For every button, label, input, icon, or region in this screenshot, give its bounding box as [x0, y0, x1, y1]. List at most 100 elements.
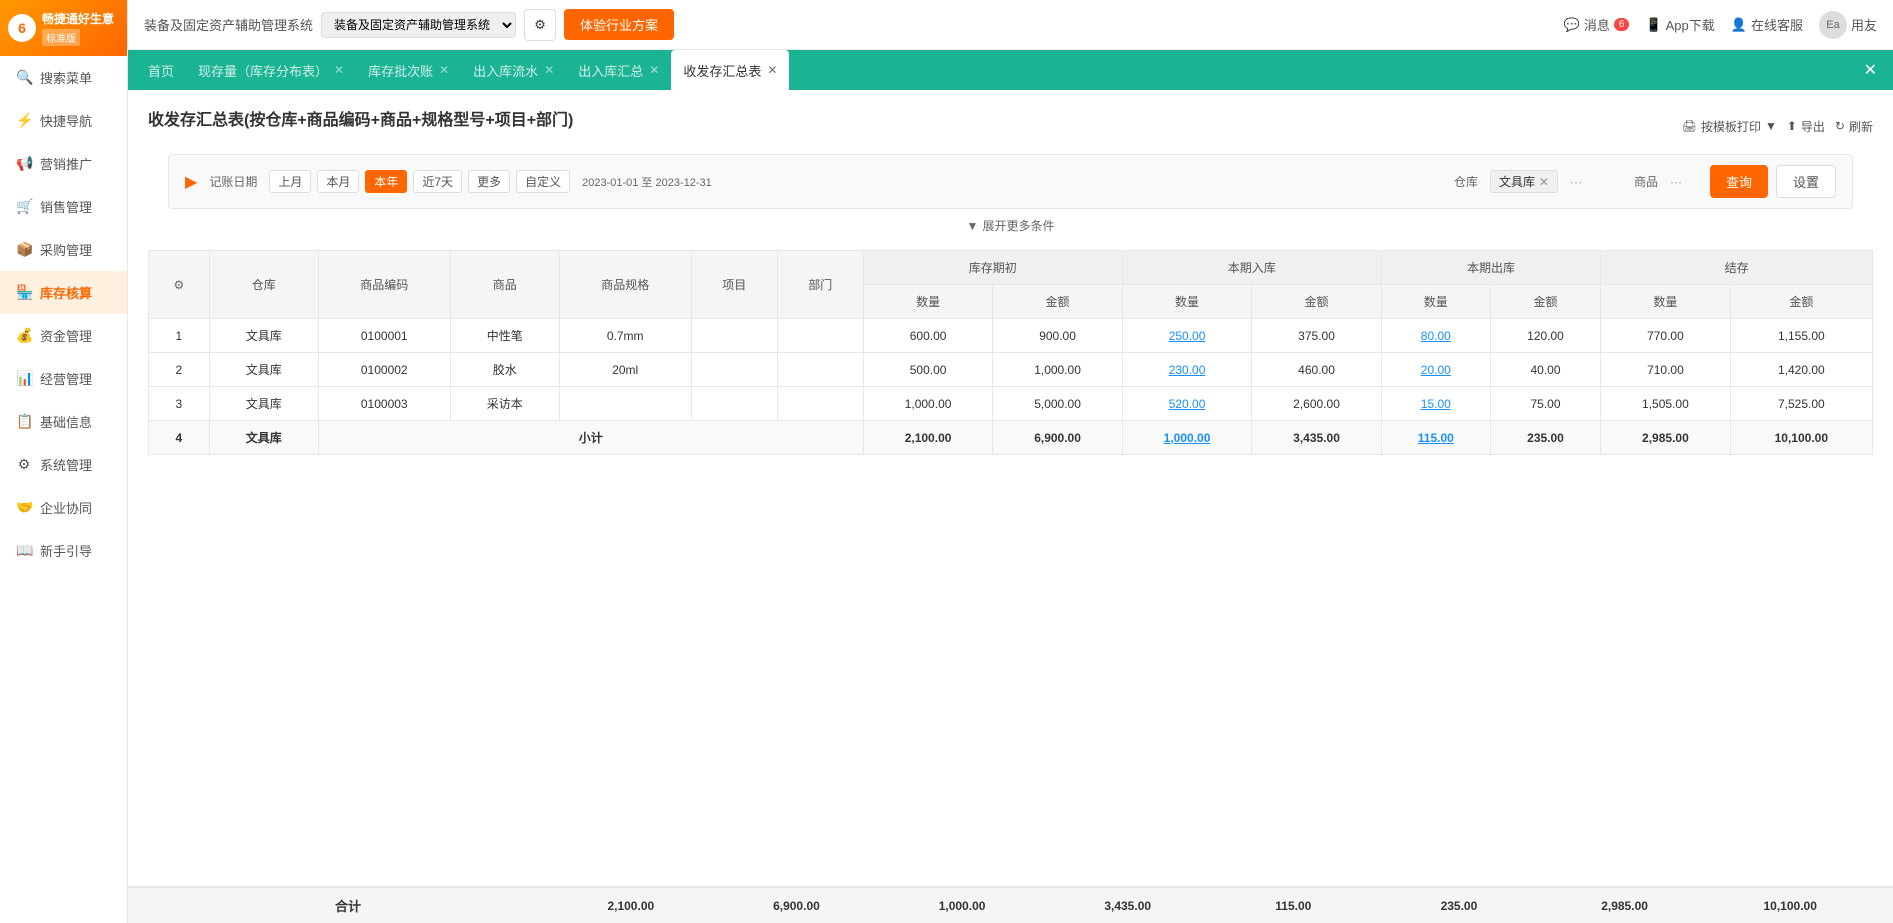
tab-1[interactable]: 现存量（库存分布表）✕: [186, 50, 356, 90]
cell-warehouse-1: 文具库: [209, 353, 318, 387]
sidebar-logo: 6 畅捷通好生意 标准版: [0, 0, 127, 56]
cell-opening-amt-1: 1,000.00: [993, 353, 1122, 387]
cell-spec-2: [559, 387, 691, 421]
footer-in-amt: 3,435.00: [1045, 899, 1211, 913]
date-range-display: 2023-01-01 至 2023-12-31: [582, 174, 712, 190]
tab-close-3[interactable]: ✕: [544, 63, 554, 77]
tab-close-2[interactable]: ✕: [439, 63, 449, 77]
filter-row: ▶ 记账日期 上月 本月 本年 近7天 更多 自定义 2023-01-01 至 …: [185, 165, 1836, 198]
cell-code-2: 0100003: [318, 387, 450, 421]
settings-button[interactable]: 设置: [1776, 165, 1836, 198]
sidebar-label-guide: 新手引导: [40, 541, 92, 560]
sidebar-label-cooperation: 企业协同: [40, 498, 92, 517]
warehouse-tag-remove[interactable]: ✕: [1539, 175, 1549, 189]
sidebar-label-inventory: 库存核算: [40, 283, 92, 302]
cell-out-qty-2[interactable]: 15.00: [1381, 387, 1490, 421]
system-icon: ⚙: [16, 456, 32, 473]
subtotal-out-qty[interactable]: 115.00: [1381, 421, 1490, 455]
cell-in-amt-0: 375.00: [1252, 319, 1381, 353]
sidebar-item-guide[interactable]: 📖 新手引导: [0, 529, 127, 572]
app-download-button[interactable]: 📱 App下载: [1645, 15, 1714, 34]
sidebar-label-sales: 销售管理: [40, 197, 92, 216]
sidebar-item-quick-nav[interactable]: ⚡快捷导航: [0, 99, 127, 142]
topbar-right: 💬 消息 6 📱 App下载 👤 在线客服 Ea 用友: [1564, 11, 1877, 39]
sidebar-label-search: 搜索菜单: [40, 68, 92, 87]
cell-in-qty-2[interactable]: 520.00: [1122, 387, 1251, 421]
sidebar-item-cooperation[interactable]: 🤝企业协同: [0, 486, 127, 529]
tab-label-3: 出入库流水: [473, 61, 538, 80]
sidebar-item-basic[interactable]: 📋基础信息: [0, 400, 127, 443]
cell-in-qty-0[interactable]: 250.00: [1122, 319, 1251, 353]
sales-icon: 🛒: [16, 198, 32, 215]
sidebar-item-marketing[interactable]: 📢营销推广: [0, 142, 127, 185]
column-settings-icon[interactable]: ⚙: [173, 278, 184, 292]
message-button[interactable]: 💬 消息 6: [1564, 15, 1630, 34]
query-button[interactable]: 查询: [1710, 165, 1768, 198]
search-icon: 🔍: [16, 69, 32, 86]
subtotal-in-qty[interactable]: 1,000.00: [1122, 421, 1251, 455]
user-menu[interactable]: Ea 用友: [1819, 11, 1877, 39]
experience-button[interactable]: 体验行业方案: [564, 9, 674, 40]
date-btn-custom[interactable]: 自定义: [516, 170, 570, 193]
sidebar-item-operations[interactable]: 📊经营管理: [0, 357, 127, 400]
filter-toggle-icon[interactable]: ▶: [185, 172, 197, 192]
footer-cells: 2,100.00 6,900.00 1,000.00 3,435.00 115.…: [548, 899, 1873, 913]
cell-in-qty-1[interactable]: 230.00: [1122, 353, 1251, 387]
close-all-tabs-button[interactable]: ✕: [1856, 56, 1885, 84]
date-btn-this-month[interactable]: 本月: [317, 170, 359, 193]
footer-opening-qty: 2,100.00: [548, 899, 714, 913]
quick-nav-icon: ⚡: [16, 112, 32, 129]
gear-button[interactable]: ⚙: [524, 9, 556, 41]
sidebar-item-finance[interactable]: 💰资金管理: [0, 314, 127, 357]
th-opening-amt: 金额: [993, 285, 1122, 319]
cell-balance-amt-0: 1,155.00: [1730, 319, 1872, 353]
cell-warehouse-2: 文具库: [209, 387, 318, 421]
tab-5[interactable]: 收发存汇总表✕: [671, 50, 789, 90]
print-button[interactable]: 🖨 按模板打印 ▼: [1682, 118, 1777, 135]
sidebar-item-system[interactable]: ⚙系统管理: [0, 443, 127, 486]
footer-out-qty: 115.00: [1211, 899, 1377, 913]
subtotal-label: 小计: [318, 421, 863, 455]
tab-4[interactable]: 出入库汇总✕: [566, 50, 671, 90]
tab-close-1[interactable]: ✕: [334, 63, 344, 77]
sidebar-item-inventory[interactable]: 🏪库存核算: [0, 271, 127, 314]
sidebar-label-finance: 资金管理: [40, 326, 92, 345]
tab-0[interactable]: 首页: [136, 50, 186, 90]
date-btn-more[interactable]: 更多: [468, 170, 510, 193]
main-content: 装备及固定资产辅助管理系统 装备及固定资产辅助管理系统 ⚙ 体验行业方案 💬 消…: [128, 0, 1893, 923]
subtotal-opening-amt: 6,900.00: [993, 421, 1122, 455]
cell-in-amt-2: 2,600.00: [1252, 387, 1381, 421]
footer-balance-qty: 2,985.00: [1542, 899, 1708, 913]
warehouse-more-button[interactable]: ···: [1570, 175, 1582, 189]
th-warehouse: 仓库: [209, 251, 318, 319]
sidebar-item-purchase[interactable]: 📦采购管理: [0, 228, 127, 271]
date-btn-7days[interactable]: 近7天: [413, 170, 462, 193]
sidebar-item-sales[interactable]: 🛒 销售管理: [0, 185, 127, 228]
cell-in-amt-1: 460.00: [1252, 353, 1381, 387]
date-btn-prev-month[interactable]: 上月: [269, 170, 311, 193]
logo-icon: 6: [8, 14, 36, 42]
sidebar-item-search[interactable]: 🔍 搜索菜单: [0, 56, 127, 99]
footer-opening-amt: 6,900.00: [714, 899, 880, 913]
expand-conditions-button[interactable]: ▼ 展开更多条件: [967, 217, 1055, 234]
export-button[interactable]: ⬆ 导出: [1787, 118, 1825, 135]
filter-bar: ▶ 记账日期 上月 本月 本年 近7天 更多 自定义 2023-01-01 至 …: [168, 154, 1853, 209]
cell-balance-qty-2: 1,505.00: [1601, 387, 1730, 421]
date-btn-this-year[interactable]: 本年: [365, 170, 407, 193]
cell-out-qty-0[interactable]: 80.00: [1381, 319, 1490, 353]
subtotal-row: 4 文具库 小计 2,100.00 6,900.00 1,000.00 3,43…: [149, 421, 1873, 455]
guide-icon: 📖: [16, 542, 32, 559]
cell-out-qty-1[interactable]: 20.00: [1381, 353, 1490, 387]
cell-name-0: 中性笔: [450, 319, 559, 353]
refresh-button[interactable]: ↻ 刷新: [1835, 118, 1873, 135]
tab-3[interactable]: 出入库流水 ✕: [461, 50, 566, 90]
tab-close-5[interactable]: ✕: [767, 63, 777, 77]
online-service-button[interactable]: 👤 在线客服: [1731, 15, 1803, 34]
tab-close-4[interactable]: ✕: [649, 63, 659, 77]
th-settings[interactable]: ⚙: [149, 251, 210, 319]
expand-bar: ▼ 展开更多条件: [148, 209, 1873, 242]
goods-more-button[interactable]: ···: [1670, 175, 1682, 189]
system-selector[interactable]: 装备及固定资产辅助管理系统: [321, 12, 516, 38]
cell-dept-0: [777, 319, 863, 353]
tab-2[interactable]: 库存批次账✕: [356, 50, 461, 90]
